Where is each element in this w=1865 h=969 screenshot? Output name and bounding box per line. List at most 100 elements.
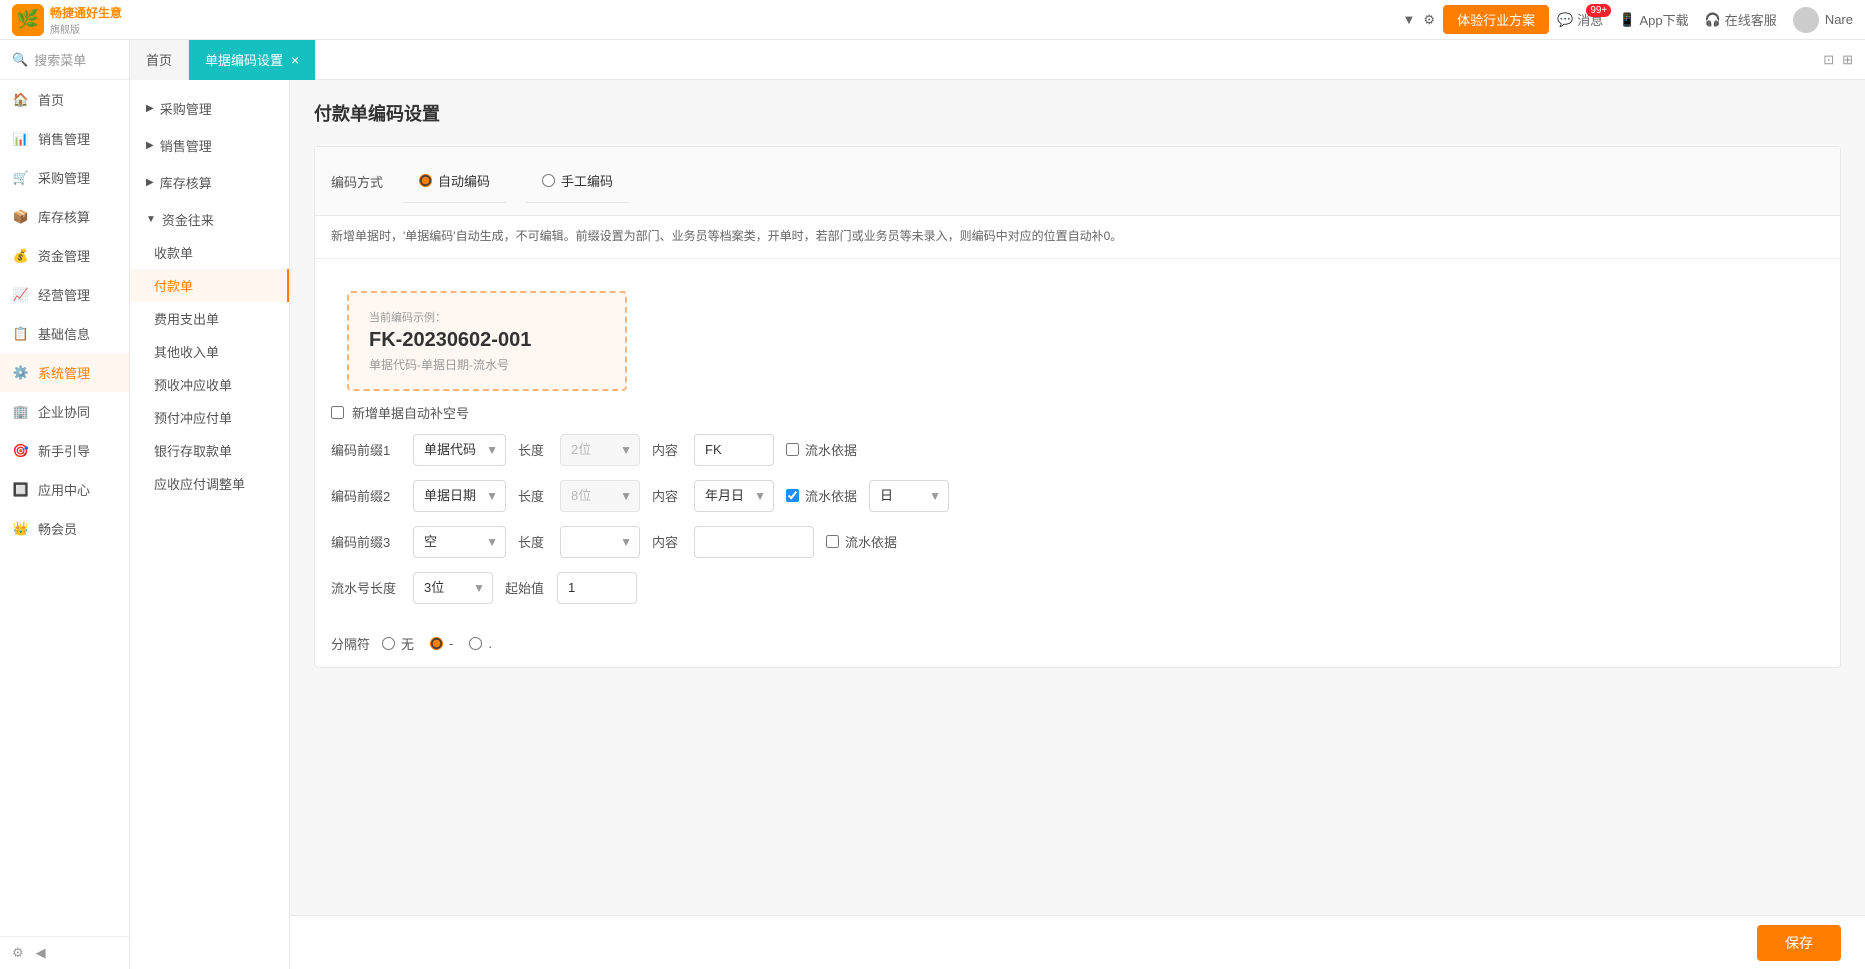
- subnav-item-income[interactable]: 其他收入单: [130, 335, 289, 368]
- prefix-row-1: 编码前缀1 单据代码 部门 业务员 仓库 空 ▼: [331, 434, 1824, 466]
- search-icon: 🔍: [12, 52, 28, 68]
- enterprise-icon: 🏢: [12, 403, 30, 421]
- encoding-method-row: 编码方式 自动编码 手工编码: [315, 147, 1840, 216]
- subnav-group-sales: ▶ 销售管理: [130, 129, 289, 162]
- tab-encoding[interactable]: 单据编码设置 ×: [189, 40, 316, 80]
- tab-minimize-icon[interactable]: ⊡: [1823, 52, 1834, 68]
- subnav-item-payment[interactable]: 付款单: [130, 269, 289, 302]
- basic-icon: 📋: [12, 325, 30, 343]
- app-download-button[interactable]: 📱 App下载: [1619, 10, 1688, 29]
- sidebar-item-purchase[interactable]: 🛒 采购管理: [0, 158, 129, 197]
- settings-bottom-icon[interactable]: ⚙: [12, 945, 24, 961]
- top-bar: 🌿 畅捷通好生意 旗舰版 ▼ ⚙ 体验行业方案 💬 消息 99+ 📱 App下载…: [0, 0, 1865, 40]
- prefix-row-2: 编码前缀2 单据日期 部门 业务员 仓库 空 ▼: [331, 480, 1824, 512]
- sub-nav: ▶ 采购管理 ▶ 销售管理 ▶ 库存核算: [130, 80, 290, 969]
- user-info[interactable]: Nare: [1793, 7, 1853, 33]
- prefix3-select-wrapper: 空 单据代码 部门 业务员 仓库 ▼: [413, 526, 506, 558]
- guide-icon: 🎯: [12, 442, 30, 460]
- sidebar-item-home[interactable]: 🏠 首页: [0, 80, 129, 119]
- content2-select[interactable]: 年月日 年月 年: [694, 480, 774, 512]
- serial-length-select[interactable]: 3位 4位 5位 6位: [413, 572, 493, 604]
- subnav-header-funds[interactable]: ▼ 资金往来: [130, 203, 289, 236]
- purchase-icon: 🛒: [12, 169, 30, 187]
- length1-select[interactable]: 2位: [560, 434, 640, 466]
- collapse-icon[interactable]: ◀: [36, 945, 46, 961]
- separator-row: 分隔符 无 -: [315, 634, 1840, 667]
- serial-number-row: 流水号长度 3位 4位 5位 6位 ▼: [331, 572, 1824, 604]
- sidebar-item-membership[interactable]: 👑 畅会员: [0, 509, 129, 548]
- settings-icon[interactable]: ⚙: [1423, 12, 1435, 28]
- inventory-icon: 📦: [12, 208, 30, 226]
- serial-checkbox-1[interactable]: 流水依据: [786, 440, 857, 459]
- subnav-group-funds: ▼ 资金往来 收款单 付款单 费用支出单 其他收入单 预收冲应收单 预付冲应付单…: [130, 203, 289, 500]
- code-preview-container: 当前编码示例： FK-20230602-001 单据代码-单据日期-流水号: [315, 259, 1840, 391]
- tab-expand-icon[interactable]: ⊞: [1842, 52, 1853, 68]
- sidebar-bottom: ⚙ ◀: [0, 936, 129, 969]
- avatar: [1793, 7, 1819, 33]
- serial-checkbox-2[interactable]: 流水依据: [786, 486, 857, 505]
- prefix2-select[interactable]: 单据日期 部门 业务员 仓库 空: [413, 480, 506, 512]
- subnav-group-inventory: ▶ 库存核算: [130, 166, 289, 199]
- logo-icon: 🌿: [12, 4, 44, 36]
- length3-select-wrapper: ▼: [560, 526, 640, 558]
- tab-home[interactable]: 首页: [130, 40, 189, 80]
- chevron-right-icon: ▶: [146, 177, 154, 188]
- system-icon: ⚙️: [12, 364, 30, 382]
- prefix2-select-wrapper: 单据日期 部门 业务员 仓库 空 ▼: [413, 480, 506, 512]
- logo: 🌿 畅捷通好生意 旗舰版: [12, 4, 122, 36]
- length2-select[interactable]: 8位 6位 4位: [560, 480, 640, 512]
- nav-dropdown[interactable]: ▼: [1403, 12, 1416, 27]
- sidebar-item-finance[interactable]: 💰 资金管理: [0, 236, 129, 275]
- sidebar-item-guide[interactable]: 🎯 新手引导: [0, 431, 129, 470]
- sidebar-item-enterprise[interactable]: 🏢 企业协同: [0, 392, 129, 431]
- sep-none-radio[interactable]: 无: [382, 634, 414, 653]
- online-service-button[interactable]: 🎧 在线客服: [1705, 10, 1777, 29]
- search-menu[interactable]: 🔍 搜索菜单: [0, 40, 129, 80]
- content2-select-wrapper: 年月日 年月 年 ▼: [694, 480, 774, 512]
- serial-unit-select[interactable]: 日 月 年: [869, 480, 949, 512]
- auto-encoding-radio[interactable]: 自动编码: [403, 159, 506, 203]
- form-area: 付款单编码设置 编码方式 自动编码 手工编码: [290, 80, 1865, 915]
- sidebar-item-operations[interactable]: 📈 经营管理: [0, 275, 129, 314]
- length2-select-wrapper: 8位 6位 4位 ▼: [560, 480, 640, 512]
- length3-select[interactable]: [560, 526, 640, 558]
- serial-unit-select-wrapper: 日 月 年 ▼: [869, 480, 949, 512]
- sales-icon: 📊: [12, 130, 30, 148]
- prefix-row-3: 编码前缀3 空 单据代码 部门 业务员 仓库 ▼: [331, 526, 1824, 558]
- subnav-header-inventory[interactable]: ▶ 库存核算: [130, 166, 289, 199]
- page-title: 付款单编码设置: [314, 100, 1841, 126]
- message-button[interactable]: 💬 消息 99+: [1557, 10, 1603, 29]
- subnav-header-sales[interactable]: ▶ 销售管理: [130, 129, 289, 162]
- tab-actions: ⊡ ⊞: [1811, 52, 1865, 68]
- subnav-item-prepay-receive[interactable]: 预收冲应收单: [130, 368, 289, 401]
- prefix1-select[interactable]: 单据代码 部门 业务员 仓库 空: [413, 434, 506, 466]
- tab-close-icon[interactable]: ×: [291, 52, 299, 68]
- subnav-item-prepay-pay[interactable]: 预付冲应付单: [130, 401, 289, 434]
- sidebar-item-basic[interactable]: 📋 基础信息: [0, 314, 129, 353]
- bottom-bar: 保存: [290, 915, 1865, 969]
- sep-dot-radio[interactable]: .: [469, 636, 492, 651]
- subnav-item-ar-ap[interactable]: 应收应付调整单: [130, 467, 289, 500]
- prefix3-select[interactable]: 空 单据代码 部门 业务员 仓库: [413, 526, 506, 558]
- subnav-item-expense[interactable]: 费用支出单: [130, 302, 289, 335]
- chevron-right-icon: ▶: [146, 103, 154, 114]
- trial-button[interactable]: 体验行业方案: [1443, 5, 1549, 34]
- sep-dash-radio[interactable]: -: [430, 636, 453, 651]
- separator-radio-group: 无 - .: [382, 634, 492, 653]
- content3-display: [694, 526, 814, 558]
- top-right: 💬 消息 99+ 📱 App下载 🎧 在线客服 Nare: [1557, 7, 1853, 33]
- sidebar-item-system[interactable]: ⚙️ 系统管理: [0, 353, 129, 392]
- save-button[interactable]: 保存: [1757, 925, 1841, 961]
- start-value-input[interactable]: [557, 572, 637, 604]
- sidebar-item-sales[interactable]: 📊 销售管理: [0, 119, 129, 158]
- sidebar-item-inventory[interactable]: 📦 库存核算: [0, 197, 129, 236]
- serial-length-select-wrapper: 3位 4位 5位 6位 ▼: [413, 572, 493, 604]
- auto-fill-checkbox[interactable]: [331, 406, 344, 419]
- manual-encoding-radio[interactable]: 手工编码: [526, 159, 629, 203]
- serial-checkbox-3[interactable]: 流水依据: [826, 532, 897, 551]
- subnav-item-receipt[interactable]: 收款单: [130, 236, 289, 269]
- settings-card: 编码方式 自动编码 手工编码 新增单据时，'单据编码'自动生成，不可编: [314, 146, 1841, 668]
- sidebar-item-apps[interactable]: 🔲 应用中心: [0, 470, 129, 509]
- subnav-header-purchase[interactable]: ▶ 采购管理: [130, 92, 289, 125]
- subnav-item-bank-deposit[interactable]: 银行存取款单: [130, 434, 289, 467]
